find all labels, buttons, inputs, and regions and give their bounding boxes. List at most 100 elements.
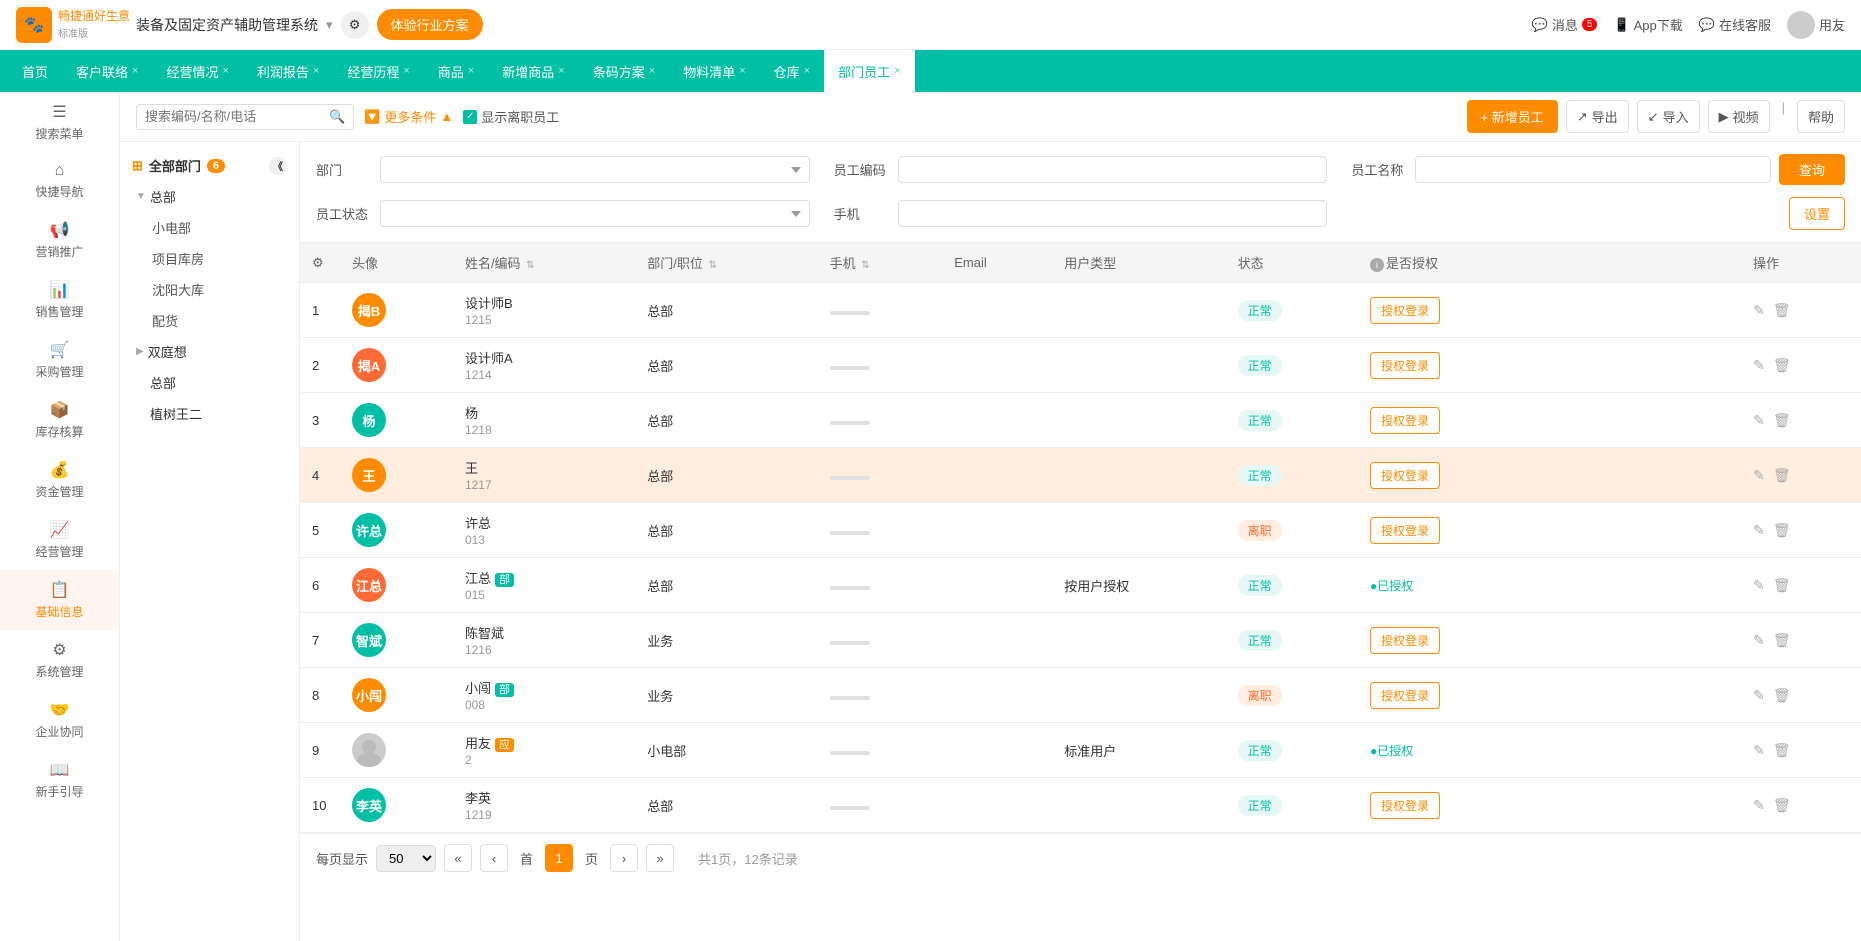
left-nav-item-新手引导[interactable]: 📖新手引导 (0, 750, 119, 810)
auth-login-button[interactable]: 授权登录 (1370, 297, 1440, 324)
nav-item-商品[interactable]: 商品× (424, 50, 488, 92)
tree-item-zongbu2[interactable]: 总部 (120, 367, 299, 398)
edit-icon[interactable]: ✎ (1753, 687, 1765, 704)
search-input[interactable] (145, 109, 325, 124)
col-dept[interactable]: 部门/职位 ⇅ (635, 243, 817, 283)
delete-icon[interactable]: 🗑 (1773, 687, 1791, 704)
col-name[interactable]: 姓名/编码 ⇅ (453, 243, 635, 283)
emp-status-select[interactable] (380, 200, 810, 227)
row-auth[interactable]: 授权登录 (1358, 393, 1541, 448)
delete-icon[interactable]: 🗑 (1773, 632, 1791, 649)
tree-item-shuangtingxiang[interactable]: ▶ 双庭想 (120, 336, 299, 367)
nav-close-icon[interactable]: × (739, 65, 745, 77)
show-leave-checkbox[interactable]: ✓ 显示离职员工 (463, 107, 559, 126)
edit-icon[interactable]: ✎ (1753, 742, 1765, 759)
add-employee-button[interactable]: + 新增员工 (1467, 100, 1558, 133)
edit-icon[interactable]: ✎ (1753, 412, 1765, 429)
row-auth[interactable]: 授权登录 (1358, 668, 1541, 723)
row-auth[interactable]: 授权登录 (1358, 778, 1541, 833)
left-nav-item-快捷导航[interactable]: ⌂快捷导航 (0, 152, 119, 210)
row-auth[interactable]: 授权登录 (1358, 448, 1541, 503)
left-nav-item-搜索菜单[interactable]: ☰搜索菜单 (0, 92, 119, 152)
left-nav-item-资金管理[interactable]: 💰资金管理 (0, 450, 119, 510)
last-page-btn[interactable]: » (646, 844, 674, 872)
emp-name-input[interactable] (1415, 156, 1771, 183)
page-1-btn[interactable]: 1 (545, 844, 573, 872)
query-button[interactable]: 查询 (1779, 154, 1845, 185)
delete-icon[interactable]: 🗑 (1773, 357, 1791, 374)
left-nav-item-销售管理[interactable]: 📊销售管理 (0, 270, 119, 330)
col-settings[interactable]: ⚙ (300, 243, 340, 283)
edit-icon[interactable]: ✎ (1753, 797, 1765, 814)
tree-item-xiangmukufang[interactable]: 项目库房 (132, 243, 299, 274)
prev-page-btn[interactable]: ‹ (480, 844, 508, 872)
phone-input[interactable] (898, 200, 1328, 227)
message-btn[interactable]: 💬 消息 5 (1532, 15, 1598, 34)
edit-icon[interactable]: ✎ (1753, 577, 1765, 594)
tree-item-zongbu-parent[interactable]: ▼ 总部 (120, 181, 299, 212)
left-nav-item-营销推广[interactable]: 📢营销推广 (0, 210, 119, 270)
auth-login-button[interactable]: 授权登录 (1370, 407, 1440, 434)
auth-login-button[interactable]: 授权登录 (1370, 462, 1440, 489)
delete-icon[interactable]: 🗑 (1773, 577, 1791, 594)
first-page-btn[interactable]: « (444, 844, 472, 872)
dept-select[interactable] (380, 156, 810, 183)
nav-close-icon[interactable]: × (313, 65, 319, 77)
per-page-select[interactable]: 50 20 100 (376, 845, 436, 872)
left-nav-item-经营管理[interactable]: 📈经营管理 (0, 510, 119, 570)
tree-item-peihuo[interactable]: 配货 (132, 305, 299, 336)
auth-login-button[interactable]: 授权登录 (1370, 627, 1440, 654)
delete-icon[interactable]: 🗑 (1773, 522, 1791, 539)
row-auth[interactable]: 授权登录 (1358, 283, 1541, 338)
left-nav-item-基础信息[interactable]: 📋基础信息 (0, 570, 119, 630)
nav-close-icon[interactable]: × (894, 65, 900, 77)
reset-button[interactable]: 设置 (1789, 197, 1845, 230)
delete-icon[interactable]: 🗑 (1773, 412, 1791, 429)
nav-item-客户联络[interactable]: 客户联络× (62, 50, 152, 92)
left-nav-item-采购管理[interactable]: 🛒采购管理 (0, 330, 119, 390)
delete-icon[interactable]: 🗑 (1773, 742, 1791, 759)
nav-close-icon[interactable]: × (804, 65, 810, 77)
edit-icon[interactable]: ✎ (1753, 467, 1765, 484)
left-nav-item-系统管理[interactable]: ⚙系统管理 (0, 630, 119, 690)
tree-item-zhishuwanger[interactable]: 植树王二 (120, 398, 299, 429)
edit-icon[interactable]: ✎ (1753, 357, 1765, 374)
tree-item-xiaodianbu[interactable]: 小电部 (132, 212, 299, 243)
row-auth[interactable]: 授权登录 (1358, 613, 1541, 668)
search-box[interactable]: 🔍 (136, 104, 354, 130)
left-nav-item-库存核算[interactable]: 📦库存核算 (0, 390, 119, 450)
trial-button[interactable]: 体验行业方案 (377, 9, 483, 40)
online-service-btn[interactable]: 💬 在线客服 (1699, 15, 1771, 34)
col-phone[interactable]: 手机 ⇅ (818, 243, 943, 283)
import-button[interactable]: ↙ 导入 (1637, 100, 1700, 133)
nav-item-首页[interactable]: 首页 (8, 50, 62, 92)
gear-button[interactable]: ⚙ (341, 11, 369, 39)
auth-login-button[interactable]: 授权登录 (1370, 682, 1440, 709)
view-button[interactable]: ▶ 视频 (1708, 100, 1770, 133)
title-dropdown-icon[interactable]: ▾ (326, 17, 333, 33)
nav-item-物料清单[interactable]: 物料清单× (669, 50, 759, 92)
more-conditions-btn[interactable]: 🔽 更多条件 ▲ (364, 107, 453, 126)
delete-icon[interactable]: 🗑 (1773, 467, 1791, 484)
edit-icon[interactable]: ✎ (1753, 302, 1765, 319)
tree-item-shenyangdaku[interactable]: 沈阳大库 (132, 274, 299, 305)
nav-item-新增商品[interactable]: 新增商品× (488, 50, 578, 92)
edit-icon[interactable]: ✎ (1753, 522, 1765, 539)
user-area[interactable]: 用友 (1787, 11, 1845, 39)
next-page-btn[interactable]: › (610, 844, 638, 872)
emp-code-input[interactable] (898, 156, 1328, 183)
auth-login-button[interactable]: 授权登录 (1370, 352, 1440, 379)
app-download-btn[interactable]: 📱 App下载 (1613, 15, 1682, 34)
edit-icon[interactable]: ✎ (1753, 632, 1765, 649)
delete-icon[interactable]: 🗑 (1773, 797, 1791, 814)
nav-close-icon[interactable]: × (468, 65, 474, 77)
nav-item-条码方案[interactable]: 条码方案× (579, 50, 669, 92)
nav-close-icon[interactable]: × (132, 65, 138, 77)
nav-item-经营历程[interactable]: 经营历程× (333, 50, 423, 92)
tree-collapse-btn[interactable]: 《 (269, 157, 287, 175)
nav-item-仓库[interactable]: 仓库× (760, 50, 824, 92)
left-nav-item-企业协同[interactable]: 🤝企业协同 (0, 690, 119, 750)
help-button[interactable]: 帮助 (1797, 100, 1845, 133)
nav-close-icon[interactable]: × (222, 65, 228, 77)
nav-close-icon[interactable]: × (403, 65, 409, 77)
